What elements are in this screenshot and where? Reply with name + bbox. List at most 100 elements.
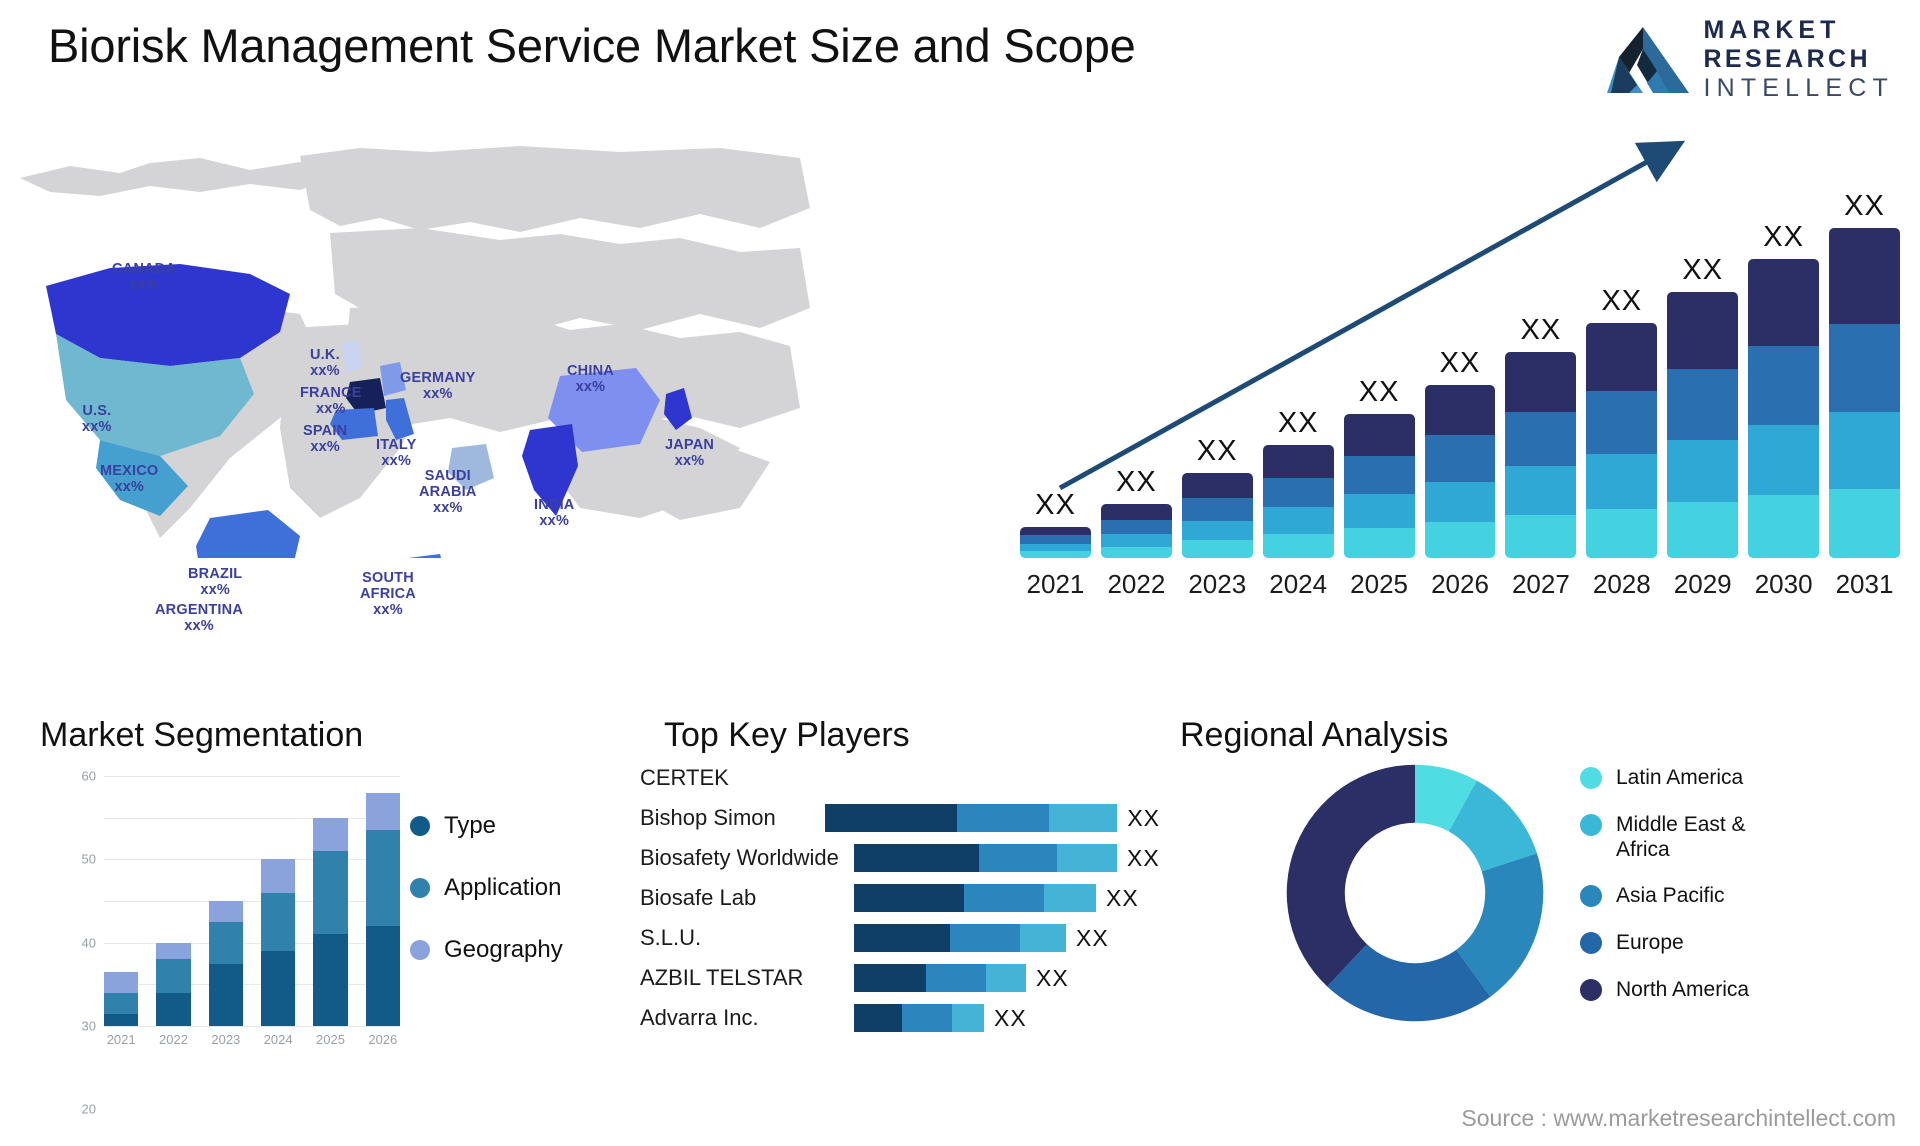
regional-analysis-panel: Regional Analysis Latin America Middle Ea… [1160,716,1900,1116]
bar-value-label: XX [1763,220,1804,253]
bar-segment-segment-1-bottom [1100,546,1172,558]
player-bar-segment [952,1004,984,1032]
bar-segment-segment-4-top [1829,228,1900,324]
player-row: AZBIL TELSTAR XX [640,962,1160,994]
segmentation-y-tick: 60 [81,768,96,784]
segmentation-segment-geography [156,942,191,960]
forecast-bar-column: XX [1181,435,1253,558]
forecast-stacked-bar [1181,473,1253,558]
bar-segment-segment-1-bottom [1020,550,1091,558]
legend-color-dot [1580,932,1602,955]
player-bar [854,924,1066,952]
bar-segment-segment-3 [1181,498,1253,521]
player-row: Bishop Simon XX [640,802,1160,834]
map-label-name: GERMANY [400,370,476,386]
map-label-canada: CANADA xx% [112,261,176,293]
player-value-label: XX [994,1004,1027,1031]
bar-segment-segment-4-top [1100,504,1172,520]
bar-segment-segment-2 [1262,507,1334,535]
logo-wordmark: MARKET RESEARCH INTELLECT [1703,18,1894,101]
player-bar-segment [979,844,1057,872]
bar-segment-segment-4-top [1262,444,1334,478]
bar-segment-segment-4-top [1181,473,1253,499]
player-bar-segment [1049,804,1118,832]
player-bar-segment [964,884,1044,912]
player-name: S.L.U. [640,925,702,950]
segmentation-y-tick: 30 [81,1018,96,1034]
bar-segment-segment-3 [1343,455,1415,495]
map-label-france: FRANCE xx% [300,385,362,417]
forecast-bar-column: XX [1586,285,1658,558]
player-bar-segment [1020,924,1066,952]
regional-legend-item: North America [1580,978,1796,1003]
bar-segment-segment-4-top [1343,413,1415,456]
player-name: Advarra Inc. [640,1005,759,1030]
map-label-name: U.S. [82,403,112,419]
bar-segment-segment-2 [1505,466,1577,515]
legend-color-dot [1580,978,1602,1001]
bar-segment-segment-3 [1424,435,1496,482]
regional-legend-item: Latin America [1580,766,1796,791]
players-list: CERTEK Bishop Simon XX Biosafety Worldwide X… [640,762,1160,1034]
segmentation-segment-application [260,892,296,952]
player-row: Biosafe Lab XX [640,882,1160,914]
forecast-stacked-bar [1829,228,1900,558]
page-title: Biorisk Management Service Market Size a… [48,19,1136,72]
segmentation-legend-item: Application [410,874,563,902]
segmentation-x-label: 2024 [263,1032,293,1047]
map-country-brazil [196,510,300,558]
bar-segment-segment-4-top [1020,527,1091,536]
map-label-mexico: MEXICO xx% [100,463,158,495]
forecast-stacked-bar [1424,384,1496,558]
segmentation-segment-type [156,992,191,1026]
map-label-name: CHINA [567,363,614,379]
legend-color-dot [410,816,430,836]
player-bar [825,804,1118,832]
logo-line-research: RESEARCH [1703,45,1871,73]
legend-label: North America [1616,977,1750,1001]
player-value-label: XX [1106,884,1139,911]
player-bar-segment [854,964,926,992]
brand-logo: MARKET RESEARCH INTELLECT [1597,18,1894,101]
player-value-label: XX [1076,924,1109,951]
segmentation-segment-type [365,926,400,1026]
bar-value-label: XX [1439,346,1481,379]
market-segmentation-chart: 0102030405060 202120222023202420252026 [60,769,400,1117]
segmentation-segment-application [313,851,348,935]
segmentation-segment-application [104,992,139,1014]
bar-segment-segment-4-top [1667,291,1739,370]
player-name: AZBIL TELSTAR [640,965,804,990]
map-label-value: xx% [184,618,214,635]
forecast-stacked-bar [1100,504,1172,558]
forecast-year-label: 2030 [1754,569,1813,599]
bar-value-label: XX [1520,313,1562,346]
bar-value-label: XX [1116,466,1157,499]
map-label-value: xx% [129,277,159,294]
segmentation-segment-geography [260,859,296,893]
segmentation-x-label: 2022 [159,1032,188,1047]
player-bar-segment [825,804,958,832]
legend-color-dot [1580,885,1602,908]
map-label-u-s: U.S. xx% [82,403,112,435]
forecast-stacked-bar [1262,444,1334,558]
legend-label: Europe [1616,931,1684,955]
bar-segment-segment-2 [1667,440,1739,503]
segmentation-segment-type [313,934,348,1026]
map-label-name: MEXICO [100,463,159,479]
bar-segment-segment-3 [1100,519,1172,535]
bar-segment-segment-2 [1424,481,1496,522]
donut-hole [1344,822,1486,964]
player-bar [854,964,1026,992]
legend-color-dot [1580,767,1602,789]
forecast-bar-chart: XX XX XX XX XX XX XX XX XX XX XX 2021 2022 2023 2024 2… [1020,130,1900,600]
map-label-value: xx% [82,419,112,436]
bar-segment-segment-2 [1586,453,1658,509]
infographic-page: Biorisk Management Service Market Size a… [0,0,1920,1146]
segmentation-bar-column [208,901,243,1026]
regional-analysis-title: Regional Analysis [1180,716,1449,754]
segmentation-segment-application [208,921,243,964]
player-bar-segment [926,964,986,992]
bar-segment-segment-3 [1262,477,1334,508]
forecast-year-label: 2026 [1431,569,1489,599]
forecast-year-label: 2025 [1350,569,1408,599]
